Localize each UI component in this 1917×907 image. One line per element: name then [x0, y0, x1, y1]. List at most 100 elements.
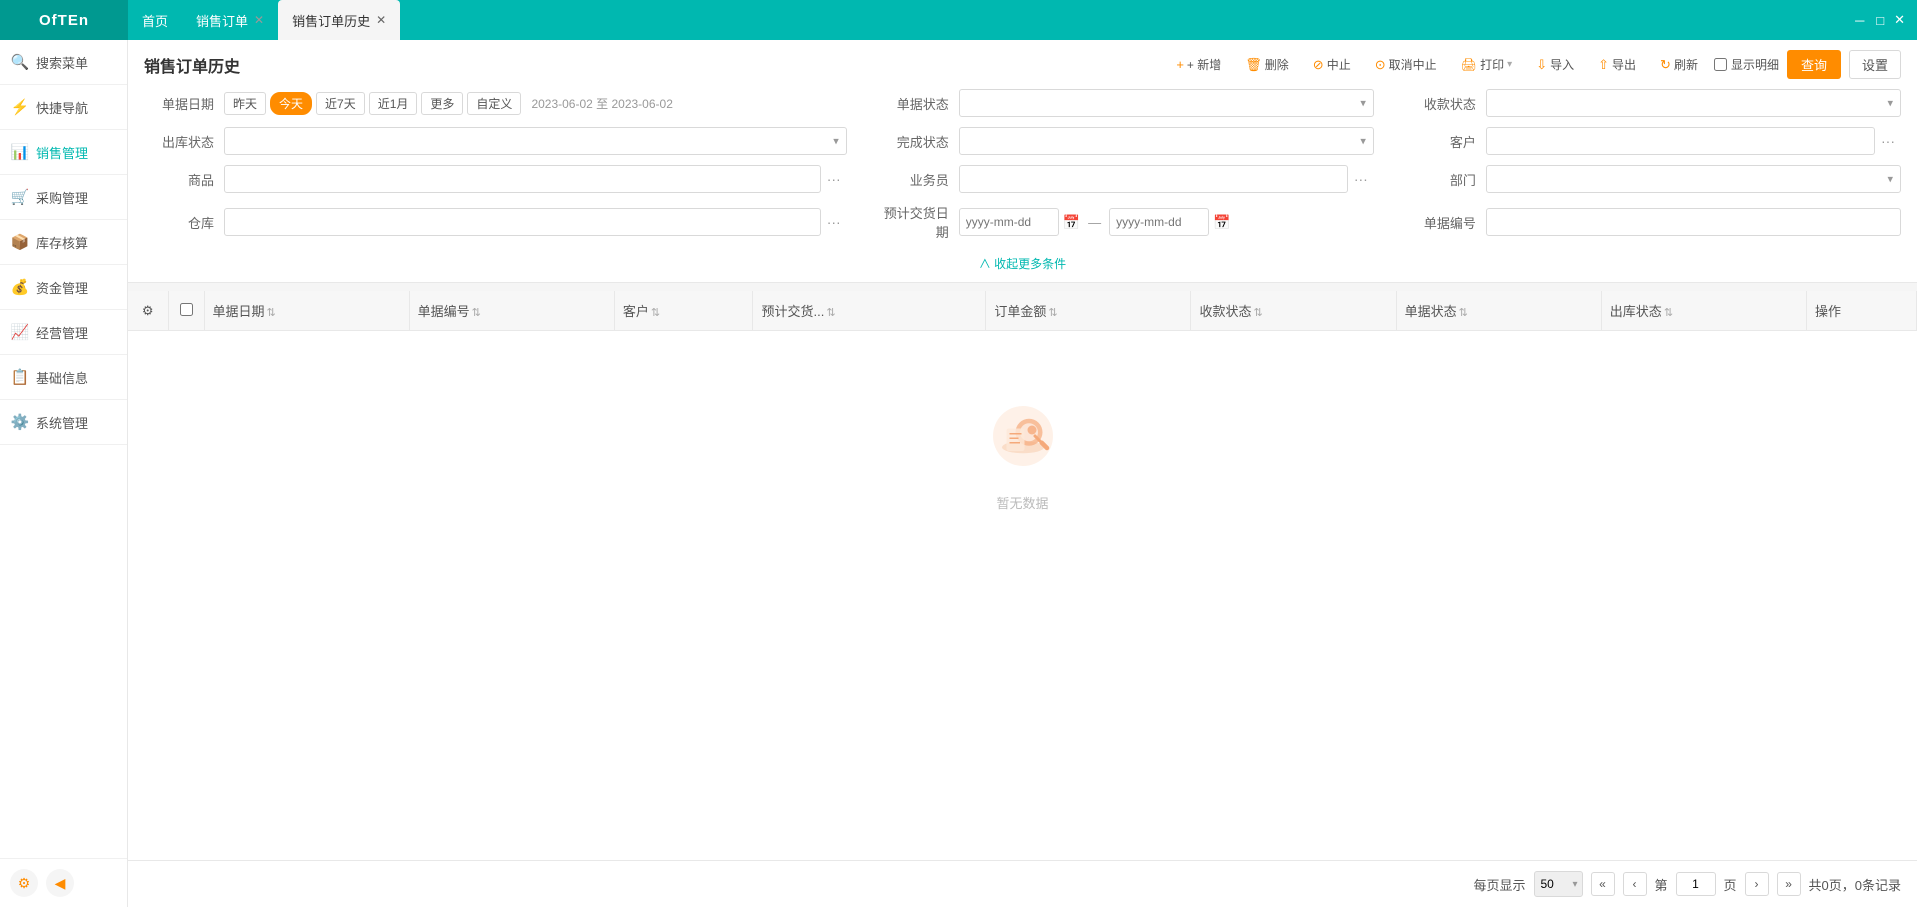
- dept-select[interactable]: [1486, 165, 1901, 193]
- calendar-start-icon[interactable]: 📅: [1063, 214, 1080, 231]
- receipt-status-control: [1486, 89, 1901, 117]
- tab-sales-order[interactable]: 销售订单 ✕: [182, 0, 278, 40]
- bill-no-input[interactable]: [1486, 208, 1901, 236]
- first-page-btn[interactable]: «: [1591, 872, 1615, 896]
- last-page-btn[interactable]: »: [1777, 872, 1801, 896]
- export-btn[interactable]: ⇧ 导出: [1590, 52, 1644, 77]
- sort-customer-icon[interactable]: ⇅: [651, 307, 660, 319]
- date-filter-control: 昨天 今天 近7天 近1月 更多 自定义 2023-06-02 至 2023-0…: [224, 92, 847, 115]
- cancel-stop-btn[interactable]: ⊙ 取消中止: [1367, 52, 1445, 77]
- date-filter-buttons: 昨天 今天 近7天 近1月 更多 自定义 2023-06-02 至 2023-0…: [224, 92, 847, 115]
- close-tab-history[interactable]: ✕: [376, 13, 386, 27]
- tab-sales-order-history[interactable]: 销售订单历史 ✕: [278, 0, 400, 40]
- export-icon: ⇧: [1598, 57, 1609, 73]
- title-toolbar-row: 销售订单历史 + + 新增 🗑 删除 ⊘ 中止 ⊙: [144, 50, 1901, 79]
- sidebar-item-basic-info[interactable]: 📋 基础信息: [0, 355, 127, 400]
- sidebar-item-purchase-mgmt[interactable]: 🛒 采购管理: [0, 175, 127, 220]
- print-btn[interactable]: 🖨 打印 ▾: [1453, 52, 1521, 77]
- customer-ellipsis-btn[interactable]: ···: [1875, 133, 1901, 149]
- sort-amount-icon[interactable]: ⇅: [1048, 307, 1057, 319]
- stop-icon: ⊘: [1313, 57, 1324, 73]
- sidebar-item-capital-mgmt[interactable]: 💰 资金管理: [0, 265, 127, 310]
- toolbar: + + 新增 🗑 删除 ⊘ 中止 ⊙ 取消中止: [1168, 50, 1901, 79]
- show-detail-checkbox[interactable]: [1714, 58, 1727, 71]
- sidebar-settings-btn[interactable]: ⚙: [10, 869, 38, 897]
- receipt-status-select[interactable]: [1486, 89, 1901, 117]
- basic-info-icon: 📋: [10, 367, 30, 387]
- query-btn[interactable]: 查询: [1787, 50, 1841, 79]
- new-icon: +: [1176, 57, 1184, 72]
- dept-label: 部门: [1406, 170, 1486, 189]
- warehouse-control: ···: [224, 208, 847, 236]
- sidebar-item-inventory-check[interactable]: 📦 库存核算: [0, 220, 127, 265]
- sidebar-item-quick-nav[interactable]: ⚡ 快捷导航: [0, 85, 127, 130]
- date-btn-1month[interactable]: 近1月: [369, 92, 418, 115]
- search-menu-icon: 🔍: [10, 52, 30, 72]
- restore-icon[interactable]: □: [1876, 13, 1884, 28]
- gear-icon[interactable]: ⚙: [142, 303, 154, 318]
- date-btn-7days[interactable]: 近7天: [316, 92, 365, 115]
- sort-bill-date-icon[interactable]: ⇅: [267, 307, 276, 319]
- date-btn-more[interactable]: 更多: [421, 92, 463, 115]
- refresh-btn[interactable]: ↻ 刷新: [1652, 52, 1706, 77]
- sort-bill-status-icon[interactable]: ⇅: [1459, 307, 1468, 319]
- warehouse-ellipsis-btn[interactable]: ···: [821, 214, 847, 230]
- page-title: 销售订单历史: [144, 53, 1168, 77]
- product-ellipsis-btn[interactable]: ···: [821, 171, 847, 187]
- salesperson-input[interactable]: [959, 165, 1348, 193]
- sort-bill-no-icon[interactable]: ⇅: [472, 307, 481, 319]
- cancel-stop-icon: ⊙: [1375, 57, 1386, 73]
- sidebar-item-sys-mgmt[interactable]: ⚙️ 系统管理: [0, 400, 127, 445]
- bill-status-control: [959, 89, 1374, 117]
- print-dropdown-icon: ▾: [1507, 59, 1512, 70]
- sort-delivery-icon[interactable]: ⇅: [826, 307, 835, 319]
- sidebar-item-ops-mgmt[interactable]: 📈 经营管理: [0, 310, 127, 355]
- delete-btn[interactable]: 🗑 删除: [1237, 52, 1297, 77]
- complete-status-select[interactable]: [959, 127, 1374, 155]
- salesperson-label: 业务员: [879, 170, 959, 189]
- date-filter-label: 单据日期: [144, 94, 224, 113]
- product-input[interactable]: [224, 165, 821, 193]
- show-detail-label: 显示明细: [1714, 56, 1779, 73]
- date-btn-custom[interactable]: 自定义: [467, 92, 521, 115]
- sidebar-collapse-btn[interactable]: ◀: [46, 869, 74, 897]
- per-page-select[interactable]: 20 50 100: [1534, 871, 1583, 897]
- brand-logo: OfTEn: [0, 0, 128, 40]
- sort-out-status-icon[interactable]: ⇅: [1664, 307, 1673, 319]
- out-status-select[interactable]: [224, 127, 847, 155]
- stop-btn[interactable]: ⊘ 中止: [1305, 52, 1359, 77]
- th-bill-no: 单据编号⇅: [409, 291, 614, 331]
- delivery-date-end-input[interactable]: [1109, 208, 1209, 236]
- date-btn-today[interactable]: 今天: [270, 92, 312, 115]
- dept-control: [1486, 165, 1901, 193]
- close-tab-sales-order[interactable]: ✕: [254, 13, 264, 27]
- settings-btn[interactable]: 设置: [1849, 50, 1901, 79]
- import-btn[interactable]: ⇩ 导入: [1528, 52, 1582, 77]
- sidebar-item-sales-mgmt[interactable]: 📊 销售管理: [0, 130, 127, 175]
- sidebar-item-search-menu[interactable]: 🔍 搜索菜单: [0, 40, 127, 85]
- delete-icon: 🗑: [1245, 57, 1262, 73]
- new-btn[interactable]: + + 新增: [1168, 52, 1229, 77]
- tab-home[interactable]: 首页: [128, 0, 182, 40]
- page-label-suffix: 页: [1724, 875, 1737, 894]
- page-input[interactable]: [1676, 872, 1716, 896]
- prev-page-btn[interactable]: ‹: [1623, 872, 1647, 896]
- minimize-icon[interactable]: －: [1853, 11, 1866, 30]
- sort-receipt-icon[interactable]: ⇅: [1254, 307, 1263, 319]
- salesperson-ellipsis-btn[interactable]: ···: [1348, 171, 1374, 187]
- delivery-date-start-input[interactable]: [959, 208, 1059, 236]
- warehouse-input[interactable]: [224, 208, 821, 236]
- collapse-row[interactable]: ∧ 收起更多条件: [144, 251, 1901, 276]
- calendar-end-icon[interactable]: 📅: [1213, 214, 1230, 231]
- th-bill-date: 单据日期⇅: [204, 291, 409, 331]
- bill-no-control: [1486, 208, 1901, 236]
- date-btn-yesterday[interactable]: 昨天: [224, 92, 266, 115]
- select-all-checkbox[interactable]: [180, 303, 193, 316]
- content-area: 销售订单历史 + + 新增 🗑 删除 ⊘ 中止 ⊙: [128, 40, 1917, 907]
- close-window-icon[interactable]: ✕: [1894, 12, 1905, 28]
- next-page-btn[interactable]: ›: [1745, 872, 1769, 896]
- customer-input[interactable]: [1486, 127, 1875, 155]
- bill-status-select[interactable]: [959, 89, 1374, 117]
- pagination-bar: 每页显示 20 50 100 « ‹ 第 页 › » 共0页，0条记录: [128, 860, 1917, 907]
- date-dash: —: [1084, 215, 1105, 230]
